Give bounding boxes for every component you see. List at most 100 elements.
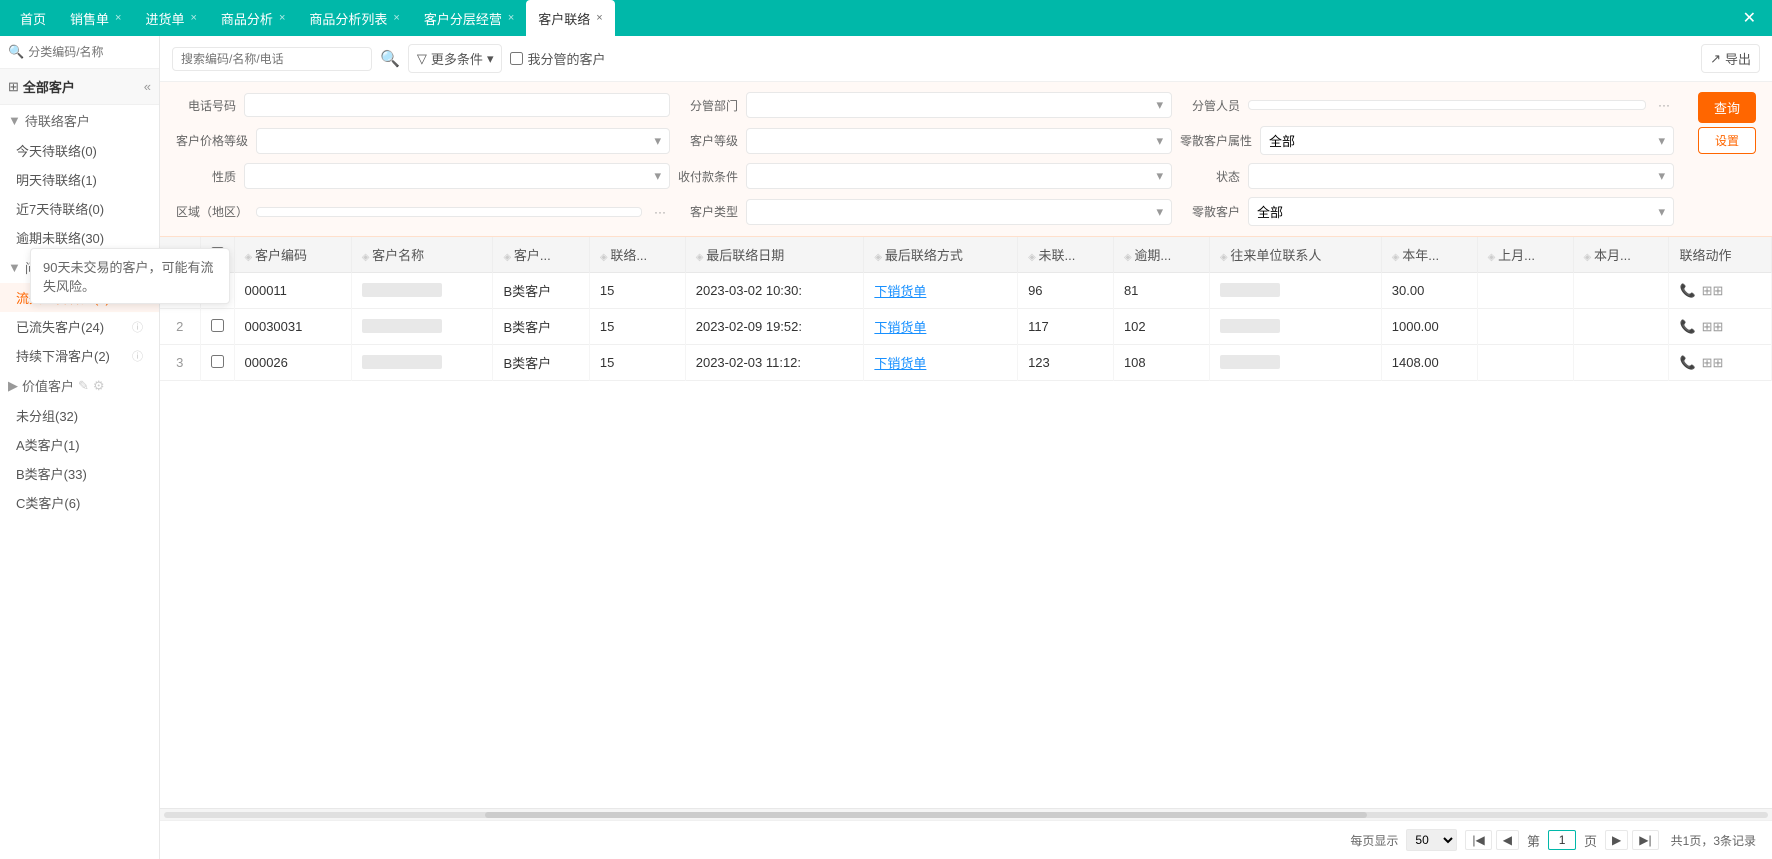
more-action-icon[interactable]: ⊞⊞ bbox=[1702, 283, 1724, 299]
close-icon[interactable]: × bbox=[508, 12, 514, 24]
customer-level-select[interactable]: ▾ bbox=[746, 128, 1172, 154]
filter-field-customer-type: 客户类型 ▾ bbox=[678, 199, 1172, 225]
last-page-button[interactable]: ▶| bbox=[1632, 830, 1658, 850]
config-icon[interactable]: ⚙ bbox=[93, 378, 105, 394]
row-checkbox-cell[interactable] bbox=[200, 345, 234, 381]
th-last-method[interactable]: 最后联络方式 bbox=[864, 237, 1018, 273]
th-contact2[interactable]: 往来单位联系人 bbox=[1209, 237, 1381, 273]
more-button[interactable]: ··· bbox=[1654, 98, 1674, 112]
last-method-link[interactable]: 下销货单 bbox=[874, 320, 926, 335]
close-icon[interactable]: × bbox=[190, 12, 196, 24]
th-overdue[interactable]: 逾期... bbox=[1113, 237, 1209, 273]
more-conditions-button[interactable]: ▽ 更多条件 ▾ bbox=[408, 44, 503, 73]
price-level-select[interactable]: ▾ bbox=[256, 128, 670, 154]
more-action-icon[interactable]: ⊞⊞ bbox=[1702, 319, 1724, 335]
section-value-customers[interactable]: ▶ 价值客户 ✎ ⚙ bbox=[0, 370, 159, 401]
customer-type-select[interactable]: ▾ bbox=[746, 199, 1172, 225]
dept-select[interactable]: ▾ bbox=[746, 92, 1172, 118]
export-label: 导出 bbox=[1725, 49, 1751, 68]
row-last-method[interactable]: 下销货单 bbox=[864, 309, 1018, 345]
sidebar-item-7days[interactable]: 近7天待联络(0) bbox=[0, 194, 159, 223]
th-this-year[interactable]: 本年... bbox=[1381, 237, 1477, 273]
sidebar-item-tomorrow[interactable]: 明天待联络(1) bbox=[0, 165, 159, 194]
filter-field-price-level: 客户价格等级 ▾ bbox=[176, 128, 670, 154]
th-contact[interactable]: 联络... bbox=[589, 237, 685, 273]
th-uncontacted[interactable]: 未联... bbox=[1018, 237, 1114, 273]
settings-button[interactable]: 设置 bbox=[1698, 127, 1756, 154]
query-button[interactable]: 查询 bbox=[1698, 92, 1756, 123]
next-page-button[interactable]: ▶ bbox=[1605, 830, 1628, 850]
sidebar-search-input[interactable] bbox=[28, 45, 151, 59]
row-checkbox-cell[interactable] bbox=[200, 309, 234, 345]
sidebar-item-declining[interactable]: 持续下滑客户(2) ⓘ bbox=[0, 341, 159, 370]
th-type[interactable]: 客户... bbox=[493, 237, 589, 273]
nav-tab-purchase[interactable]: 进货单 × bbox=[133, 0, 208, 36]
more-action-icon[interactable]: ⊞⊞ bbox=[1702, 355, 1724, 371]
row-last-method[interactable]: 下销货单 bbox=[864, 273, 1018, 309]
th-this-month[interactable]: 本月... bbox=[1573, 237, 1669, 273]
row-last-method[interactable]: 下销货单 bbox=[864, 345, 1018, 381]
th-last-month[interactable]: 上月... bbox=[1477, 237, 1573, 273]
edit-icon[interactable]: ✎ bbox=[78, 378, 89, 394]
nav-tab-analysis-list[interactable]: 商品分析列表 × bbox=[297, 0, 411, 36]
th-last-date[interactable]: 最后联络日期 bbox=[685, 237, 864, 273]
sidebar-item-today[interactable]: 今天待联络(0) bbox=[0, 136, 159, 165]
current-page[interactable]: 1 bbox=[1548, 830, 1576, 850]
filter-field-nature: 性质 ▾ bbox=[176, 163, 670, 189]
row-checkbox[interactable] bbox=[211, 319, 224, 332]
last-method-link[interactable]: 下销货单 bbox=[874, 356, 926, 371]
first-page-button[interactable]: |◀ bbox=[1465, 830, 1491, 850]
row-code: 00030031 bbox=[234, 309, 351, 345]
nav-home[interactable]: 首页 bbox=[8, 9, 58, 28]
region-select[interactable] bbox=[256, 207, 642, 217]
more-button[interactable]: ··· bbox=[650, 205, 670, 219]
arrow-right-icon: ▶ bbox=[8, 378, 18, 394]
my-customers-checkbox[interactable] bbox=[510, 52, 523, 65]
nav-tab-sales[interactable]: 销售单 × bbox=[58, 0, 133, 36]
payment-select[interactable]: ▾ bbox=[746, 163, 1172, 189]
retail-attr-select[interactable]: 全部 ▾ bbox=[1260, 126, 1674, 155]
nav-tab-customer-tier[interactable]: 客户分层经营 × bbox=[412, 0, 526, 36]
retail-select[interactable]: 全部 ▾ bbox=[1248, 197, 1674, 226]
all-customers-header[interactable]: ⊞ 全部客户 « bbox=[0, 69, 159, 105]
search-button[interactable]: 🔍 bbox=[380, 49, 400, 69]
row-contact: 15 bbox=[589, 309, 685, 345]
th-name[interactable]: 客户名称 bbox=[351, 237, 493, 273]
close-icon[interactable]: × bbox=[115, 12, 121, 24]
nature-select[interactable]: ▾ bbox=[244, 163, 670, 189]
customer-level-label: 客户等级 bbox=[678, 132, 738, 149]
close-all-button[interactable]: ✕ bbox=[1743, 8, 1764, 28]
row-checkbox[interactable] bbox=[211, 355, 224, 368]
th-code[interactable]: 客户编码 bbox=[234, 237, 351, 273]
my-customers-checkbox-label[interactable]: 我分管的客户 bbox=[510, 49, 605, 68]
sidebar-item-class-b[interactable]: B类客户(33) bbox=[0, 459, 159, 488]
section-pending-contact[interactable]: ▼ 待联络客户 bbox=[0, 105, 159, 136]
row-contact2 bbox=[1209, 345, 1381, 381]
phone-action-icon[interactable]: 📞 bbox=[1679, 319, 1695, 335]
nav-tab-customer-contact[interactable]: 客户联络 × bbox=[526, 0, 614, 36]
phone-input[interactable] bbox=[244, 93, 670, 117]
close-icon[interactable]: × bbox=[279, 12, 285, 24]
sidebar-item-class-c[interactable]: C类客户(6) bbox=[0, 488, 159, 517]
phone-action-icon[interactable]: 📞 bbox=[1679, 355, 1695, 371]
blurred-contact bbox=[1220, 355, 1280, 369]
close-icon[interactable]: × bbox=[393, 12, 399, 24]
row-action: 📞 ⊞⊞ bbox=[1669, 345, 1772, 381]
horizontal-scrollbar[interactable] bbox=[160, 808, 1772, 820]
sidebar-item-churned[interactable]: 已流失客户(24) ⓘ bbox=[0, 312, 159, 341]
per-page-select[interactable]: 50 100 200 bbox=[1406, 829, 1457, 851]
search-input[interactable] bbox=[172, 47, 372, 71]
sidebar-item-class-a[interactable]: A类客户(1) bbox=[0, 430, 159, 459]
chevron-down-icon: ▾ bbox=[1658, 204, 1665, 220]
nav-tab-analysis[interactable]: 商品分析 × bbox=[209, 0, 297, 36]
export-button[interactable]: ↗ 导出 bbox=[1701, 44, 1760, 73]
last-method-link[interactable]: 下销货单 bbox=[874, 284, 926, 299]
close-icon[interactable]: × bbox=[596, 12, 602, 24]
scrollbar-thumb[interactable] bbox=[485, 812, 1367, 818]
prev-page-button[interactable]: ◀ bbox=[1496, 830, 1519, 850]
phone-action-icon[interactable]: 📞 bbox=[1679, 283, 1695, 299]
person-select[interactable] bbox=[1248, 100, 1646, 110]
status-select[interactable]: ▾ bbox=[1248, 163, 1674, 189]
sidebar-item-unclassified[interactable]: 未分组(32) bbox=[0, 401, 159, 430]
blurred-name bbox=[362, 319, 442, 333]
